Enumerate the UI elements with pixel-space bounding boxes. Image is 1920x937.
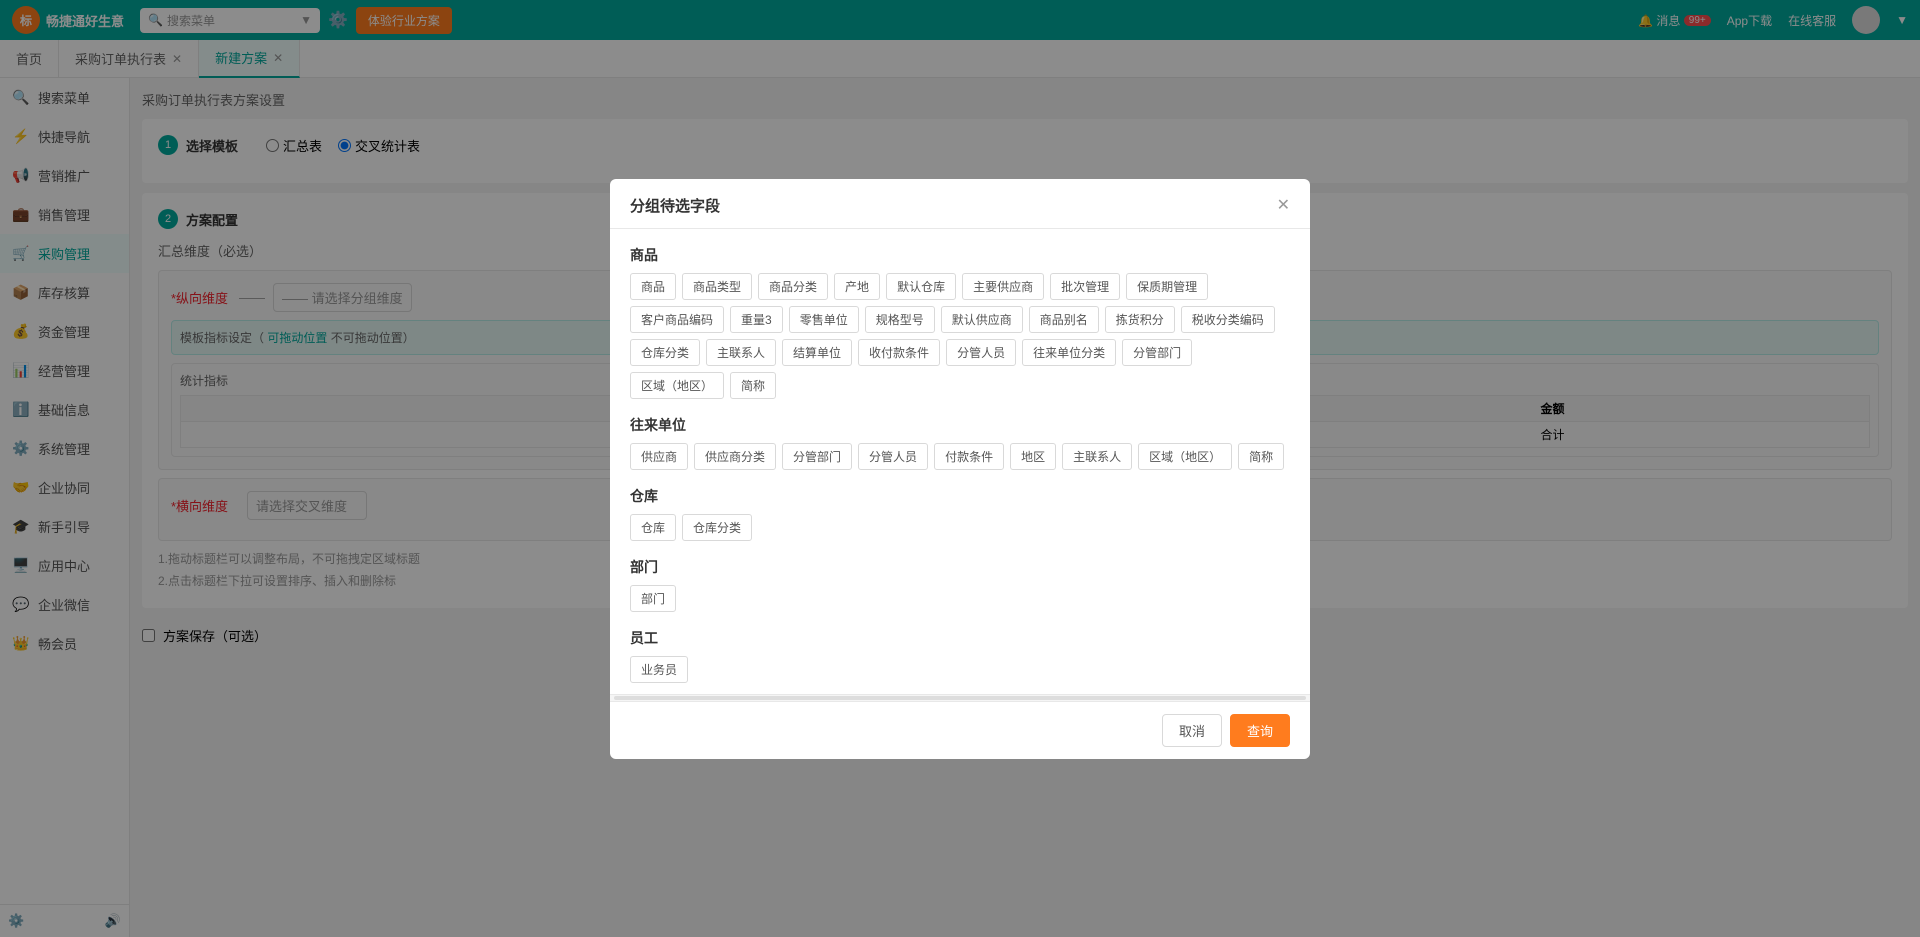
section-dept-tags: 部门 <box>630 585 1290 612</box>
modal-footer: 取消 查询 <box>610 701 1310 759</box>
field-tag-partner-category[interactable]: 往来单位分类 <box>1022 339 1116 366</box>
field-tag-goods-type[interactable]: 商品类型 <box>682 273 752 300</box>
field-tag-region[interactable]: 区域（地区） <box>630 372 724 399</box>
field-tag-warehouse-category[interactable]: 仓库分类 <box>630 339 700 366</box>
section-goods: 商品 商品 商品类型 商品分类 产地 默认仓库 主要供应商 批次管理 保质期管理… <box>630 245 1290 399</box>
field-tag-partner-supervisor[interactable]: 分管人员 <box>858 443 928 470</box>
field-tag-goods-category[interactable]: 商品分类 <box>758 273 828 300</box>
field-tag-weight[interactable]: 重量3 <box>730 306 783 333</box>
field-tag-supplier[interactable]: 供应商 <box>630 443 688 470</box>
section-goods-tags: 商品 商品类型 商品分类 产地 默认仓库 主要供应商 批次管理 保质期管理 客户… <box>630 273 1290 399</box>
field-tag-customer-code[interactable]: 客户商品编码 <box>630 306 724 333</box>
field-tag-partner-dept[interactable]: 分管部门 <box>782 443 852 470</box>
section-goods-title: 商品 <box>630 245 1290 265</box>
field-tag-main-contact[interactable]: 主联系人 <box>706 339 776 366</box>
modal-overlay[interactable]: 分组待选字段 ✕ 商品 商品 商品类型 商品分类 产地 默认仓库 主要供应商 批… <box>0 0 1920 937</box>
modal-header: 分组待选字段 ✕ <box>610 179 1310 229</box>
field-tag-supervisor[interactable]: 分管人员 <box>946 339 1016 366</box>
field-tag-batch-mgmt[interactable]: 批次管理 <box>1050 273 1120 300</box>
modal-confirm-btn[interactable]: 查询 <box>1230 714 1290 747</box>
field-tag-sales-rep[interactable]: 业务员 <box>630 656 688 683</box>
field-tag-supplier-category[interactable]: 供应商分类 <box>694 443 776 470</box>
modal-body: 商品 商品 商品类型 商品分类 产地 默认仓库 主要供应商 批次管理 保质期管理… <box>610 229 1310 695</box>
field-tag-tax-code[interactable]: 税收分类编码 <box>1181 306 1275 333</box>
field-tag-retail-unit[interactable]: 零售单位 <box>789 306 859 333</box>
field-tag-area[interactable]: 地区 <box>1010 443 1056 470</box>
modal-title: 分组待选字段 <box>630 195 720 216</box>
section-employee-title: 员工 <box>630 628 1290 648</box>
section-dept-title: 部门 <box>630 557 1290 577</box>
field-tag-warehouse[interactable]: 仓库 <box>630 514 676 541</box>
field-tag-shelf-life[interactable]: 保质期管理 <box>1126 273 1208 300</box>
field-tag-partner-region[interactable]: 区域（地区） <box>1138 443 1232 470</box>
field-selection-modal: 分组待选字段 ✕ 商品 商品 商品类型 商品分类 产地 默认仓库 主要供应商 批… <box>610 179 1310 759</box>
field-tag-pick-points[interactable]: 拣货积分 <box>1105 306 1175 333</box>
field-tag-dept[interactable]: 部门 <box>630 585 676 612</box>
field-tag-partner-short-name[interactable]: 简称 <box>1238 443 1284 470</box>
section-warehouse-title: 仓库 <box>630 486 1290 506</box>
field-tag-goods[interactable]: 商品 <box>630 273 676 300</box>
field-tag-goods-alias[interactable]: 商品别名 <box>1029 306 1099 333</box>
field-tag-payment-terms[interactable]: 收付款条件 <box>858 339 940 366</box>
field-tag-warehouse-cat[interactable]: 仓库分类 <box>682 514 752 541</box>
section-partners-title: 往来单位 <box>630 415 1290 435</box>
field-tag-default-warehouse[interactable]: 默认仓库 <box>886 273 956 300</box>
field-tag-payment-condition[interactable]: 付款条件 <box>934 443 1004 470</box>
section-partners-tags: 供应商 供应商分类 分管部门 分管人员 付款条件 地区 主联系人 区域（地区） … <box>630 443 1290 470</box>
modal-close-icon[interactable]: ✕ <box>1277 195 1290 215</box>
section-warehouse: 仓库 仓库 仓库分类 <box>630 486 1290 541</box>
field-tag-short-name[interactable]: 简称 <box>730 372 776 399</box>
section-employee: 员工 业务员 <box>630 628 1290 683</box>
field-tag-origin[interactable]: 产地 <box>834 273 880 300</box>
section-warehouse-tags: 仓库 仓库分类 <box>630 514 1290 541</box>
modal-cancel-btn[interactable]: 取消 <box>1162 714 1222 747</box>
section-employee-tags: 业务员 <box>630 656 1290 683</box>
field-tag-default-supplier[interactable]: 默认供应商 <box>941 306 1023 333</box>
section-partners: 往来单位 供应商 供应商分类 分管部门 分管人员 付款条件 地区 主联系人 区域… <box>630 415 1290 470</box>
field-tag-dept-in-charge[interactable]: 分管部门 <box>1122 339 1192 366</box>
field-tag-settlement-unit[interactable]: 结算单位 <box>782 339 852 366</box>
field-tag-main-supplier[interactable]: 主要供应商 <box>962 273 1044 300</box>
section-dept: 部门 部门 <box>630 557 1290 612</box>
field-tag-partner-main-contact[interactable]: 主联系人 <box>1062 443 1132 470</box>
field-tag-spec-model[interactable]: 规格型号 <box>865 306 935 333</box>
